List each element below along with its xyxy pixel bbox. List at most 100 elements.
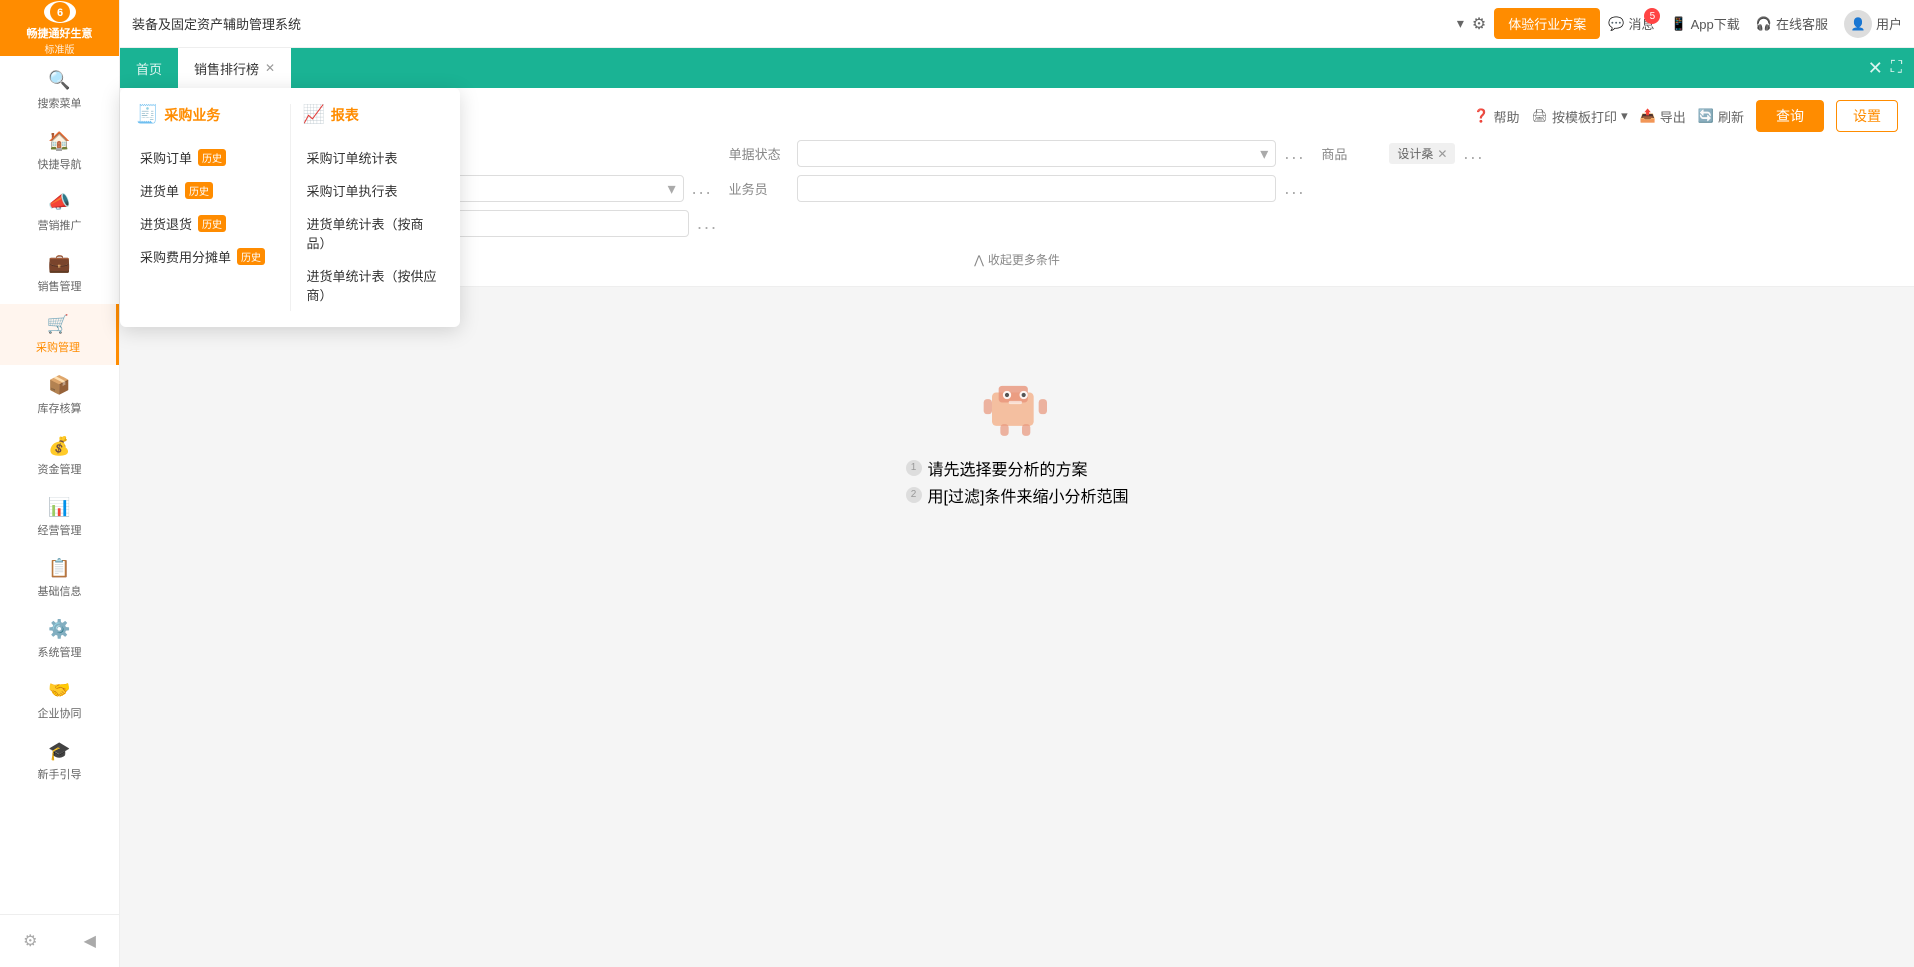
goods-tag: 设计桑 ✕ xyxy=(1389,143,1455,164)
inventory-icon: 📦 xyxy=(48,375,70,396)
sidebar-item-operations[interactable]: 📊 经营管理 xyxy=(0,487,119,548)
document-status-label: 单据状态 xyxy=(729,144,789,163)
tip-num-2: 2 xyxy=(906,487,922,503)
history-badge-purchase-order: 历史 xyxy=(198,149,226,166)
menu-item-receipt-stats-goods[interactable]: 进货单统计表（按商品） xyxy=(303,207,445,259)
salesperson-more[interactable]: ... xyxy=(1284,178,1305,199)
empty-tip-2: 2 用[过滤]条件来缩小分析范围 xyxy=(906,483,1129,507)
query-button[interactable]: 查询 xyxy=(1756,100,1824,132)
customer-more[interactable]: ... xyxy=(697,213,718,234)
sidebar-item-sales[interactable]: 💼 销售管理 xyxy=(0,243,119,304)
user-profile-button[interactable]: 👤 用户 xyxy=(1844,10,1902,38)
newbie-icon: 🎓 xyxy=(48,741,70,762)
notification-button[interactable]: 💬 消息 5 xyxy=(1608,14,1654,33)
sidebar-item-label: 快捷导航 xyxy=(38,156,82,172)
salesperson-label: 业务员 xyxy=(729,179,789,198)
user-name: 用户 xyxy=(1876,14,1902,33)
sidebar-item-label: 搜索菜单 xyxy=(38,95,82,111)
menu-item-purchase-order[interactable]: 采购订单 历史 xyxy=(136,141,278,174)
top-header: 装备及固定资产辅助管理系统 ▾ ⚙ 体验行业方案 💬 消息 5 📱 App下载 … xyxy=(120,0,1914,48)
sidebar-collapse-button[interactable]: ◀ xyxy=(80,927,100,955)
app-logo: 6 畅捷通好生意 标准版 xyxy=(0,0,119,56)
export-button[interactable]: 📤 导出 xyxy=(1640,107,1686,126)
purchase-section-title: 🧾 采购业务 xyxy=(136,104,278,131)
enterprise-icon: 🤝 xyxy=(48,680,70,701)
help-label: 帮助 xyxy=(1494,107,1520,126)
tab-home[interactable]: 首页 xyxy=(120,48,178,88)
app-name: 畅捷通好生意 xyxy=(27,25,93,41)
print-label: 按模板打印 xyxy=(1552,107,1617,126)
system-dropdown-button[interactable]: ▾ xyxy=(1457,15,1464,32)
menu-item-po-execution[interactable]: 采购订单执行表 xyxy=(303,174,445,207)
maximize-icon[interactable]: ⛶ xyxy=(1891,59,1902,77)
base-icon: 📋 xyxy=(48,558,70,579)
print-icon: 🖨 xyxy=(1532,108,1549,124)
close-all-icon[interactable]: ✕ xyxy=(1868,58,1883,79)
marketing-icon: 📣 xyxy=(48,192,70,213)
user-icon: 👤 xyxy=(1851,17,1866,31)
message-icon: 💬 xyxy=(1608,16,1624,32)
finance-icon: 💰 xyxy=(48,436,70,457)
menu-item-receipt-stats-supplier[interactable]: 进货单统计表（按供应商） xyxy=(303,259,445,311)
sidebar-settings-button[interactable]: ⚙ xyxy=(19,927,41,955)
sidebar-item-newbie[interactable]: 🎓 新手引导 xyxy=(0,731,119,792)
sales-icon: 💼 xyxy=(48,253,70,274)
settings-button[interactable]: 设置 xyxy=(1836,100,1898,132)
goods-tag-label: 设计桑 xyxy=(1397,145,1433,162)
empty-state: 1 请先选择要分析的方案 2 用[过滤]条件来缩小分析范围 xyxy=(120,287,1914,587)
menu-item-goods-receipt[interactable]: 进货单 历史 xyxy=(136,174,278,207)
sidebar-item-marketing[interactable]: 📣 营销推广 xyxy=(0,182,119,243)
sidebar-item-label: 基础信息 xyxy=(38,583,82,599)
collapse-up-icon: ⋀ xyxy=(974,253,984,267)
document-status-select[interactable] xyxy=(797,140,1277,167)
document-status-more[interactable]: ... xyxy=(1284,143,1305,164)
menu-item-goods-return[interactable]: 进货退货 历史 xyxy=(136,207,278,240)
menu-item-purchase-expense[interactable]: 采购费用分摊单 历史 xyxy=(136,240,278,273)
export-label: 导出 xyxy=(1660,107,1686,126)
sidebar-item-inventory[interactable]: 📦 库存核算 xyxy=(0,365,119,426)
search-icon: 🔍 xyxy=(48,70,70,91)
operations-icon: 📊 xyxy=(48,497,70,518)
sidebar: 6 畅捷通好生意 标准版 🔍 搜索菜单 🏠 快捷导航 📣 营销推广 💼 销售管理… xyxy=(0,0,120,967)
purchase-dropdown-menu: 🧾 采购业务 采购订单 历史 进货单 历史 进货退货 历史 采购费用分摊单 xyxy=(120,88,460,327)
tip-text-1: 请先选择要分析的方案 xyxy=(928,456,1088,480)
goods-tag-remove[interactable]: ✕ xyxy=(1437,147,1447,161)
goods-more[interactable]: ... xyxy=(1463,143,1484,164)
app-download-button[interactable]: 📱 App下载 xyxy=(1670,14,1739,33)
app-edition: 标准版 xyxy=(45,41,75,56)
goods-return-label: 进货退货 xyxy=(140,214,192,233)
purchase-order-label: 采购订单 xyxy=(140,148,192,167)
tab-sales-ranking[interactable]: 销售排行榜 ✕ xyxy=(178,48,291,88)
rank-project-more[interactable]: ... xyxy=(692,178,713,199)
purchase-business-section: 🧾 采购业务 采购订单 历史 进货单 历史 进货退货 历史 采购费用分摊单 xyxy=(136,104,278,311)
sidebar-item-base[interactable]: 📋 基础信息 xyxy=(0,548,119,609)
headset-icon: 🎧 xyxy=(1756,16,1772,32)
industry-solution-button[interactable]: 体验行业方案 xyxy=(1494,8,1600,39)
menu-item-po-stats[interactable]: 采购订单统计表 xyxy=(303,141,445,174)
refresh-button[interactable]: 🔄 刷新 xyxy=(1698,107,1744,126)
sidebar-item-quick[interactable]: 🏠 快捷导航 xyxy=(0,121,119,182)
sidebar-item-system[interactable]: ⚙️ 系统管理 xyxy=(0,609,119,670)
main-area: 装备及固定资产辅助管理系统 ▾ ⚙ 体验行业方案 💬 消息 5 📱 App下载 … xyxy=(120,0,1914,967)
purchase-icon: 🛒 xyxy=(47,314,69,335)
sidebar-item-purchase[interactable]: 🛒 采购管理 xyxy=(0,304,119,365)
settings-icon[interactable]: ⚙ xyxy=(1472,14,1486,34)
report-section-label: 报表 xyxy=(331,105,359,125)
online-service-button[interactable]: 🎧 在线客服 xyxy=(1756,14,1828,33)
help-button[interactable]: ❓ 帮助 xyxy=(1473,107,1519,126)
sidebar-item-label: 库存核算 xyxy=(38,400,82,416)
empty-illustration xyxy=(967,365,1067,445)
tab-close-icon[interactable]: ✕ xyxy=(265,61,275,75)
history-badge-purchase-expense: 历史 xyxy=(237,248,265,265)
sidebar-item-search[interactable]: 🔍 搜索菜单 xyxy=(0,60,119,121)
sidebar-item-enterprise[interactable]: 🤝 企业协同 xyxy=(0,670,119,731)
goods-field: 商品 设计桑 ✕ ... xyxy=(1321,143,1898,164)
tab-home-label: 首页 xyxy=(136,59,162,78)
salesperson-input[interactable] xyxy=(797,175,1277,202)
receipt-stats-goods-label: 进货单统计表（按商品） xyxy=(307,214,441,252)
refresh-icon: 🔄 xyxy=(1698,108,1714,124)
print-template-button[interactable]: 🖨 按模板打印 ▾ xyxy=(1532,107,1628,126)
receipt-stats-supplier-label: 进货单统计表（按供应商） xyxy=(307,266,441,304)
sidebar-item-label: 营销推广 xyxy=(38,217,82,233)
sidebar-item-finance[interactable]: 💰 资金管理 xyxy=(0,426,119,487)
